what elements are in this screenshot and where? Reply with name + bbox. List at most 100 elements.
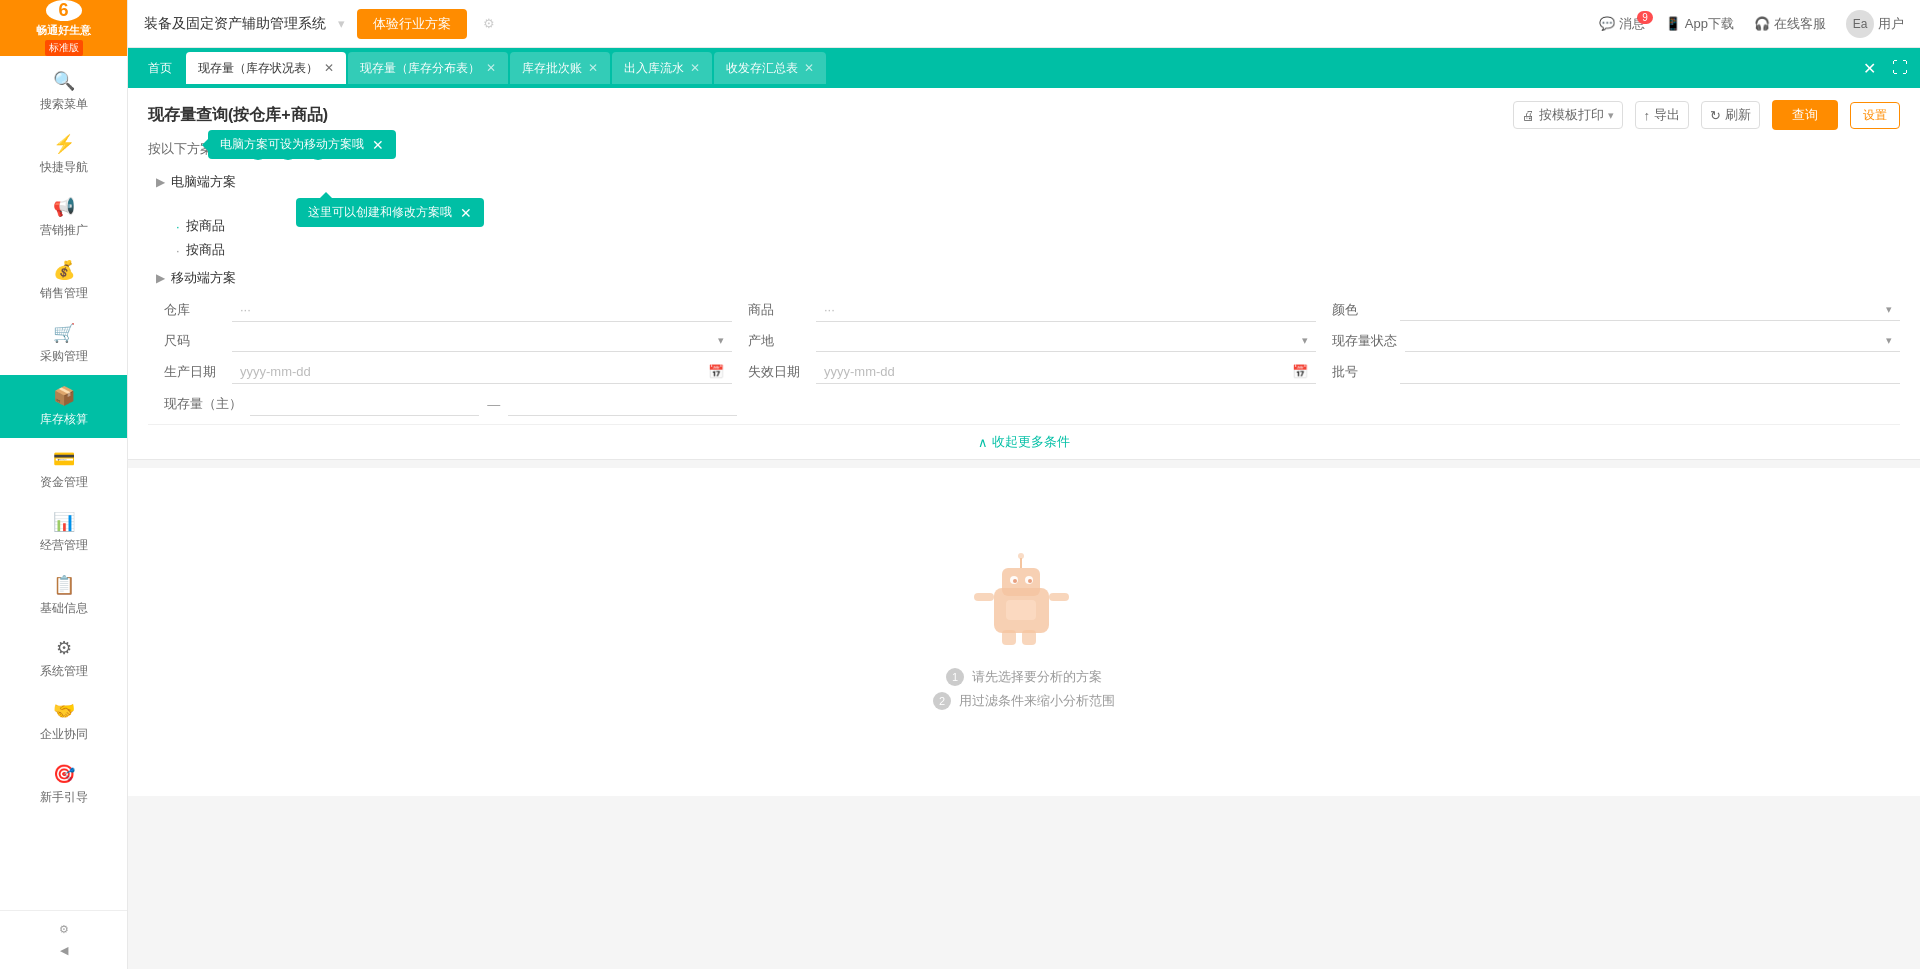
color-label: 颜色 bbox=[1332, 301, 1392, 319]
svg-rect-1 bbox=[1002, 568, 1040, 596]
tab-inventory-status-close[interactable]: ✕ bbox=[324, 61, 334, 75]
tab-inout-flow-label: 出入库流水 bbox=[624, 60, 684, 77]
tooltip2-close[interactable]: ✕ bbox=[460, 205, 472, 221]
online-service-btn[interactable]: 🎧 在线客服 bbox=[1754, 15, 1826, 33]
refresh-btn[interactable]: ↻ 刷新 bbox=[1701, 101, 1760, 129]
scheme-pc-item2[interactable]: · 按商品 bbox=[156, 238, 1900, 262]
industry-btn[interactable]: 体验行业方案 bbox=[357, 9, 467, 39]
top-header: 装备及固定资产辅助管理系统 ▾ 体验行业方案 ⚙ 💬 消息 9 📱 App下载 … bbox=[128, 0, 1920, 48]
sidebar-item-label: 快捷导航 bbox=[40, 159, 88, 176]
tab-inventory-status[interactable]: 现存量（库存状况表） ✕ bbox=[186, 52, 346, 84]
sidebar-item-operations[interactable]: 📊 经营管理 bbox=[0, 501, 127, 564]
sidebar-item-search[interactable]: 🔍 搜索菜单 bbox=[0, 60, 127, 123]
refresh-label: 刷新 bbox=[1725, 106, 1751, 124]
tab-receipt-summary[interactable]: 收发存汇总表 ✕ bbox=[714, 52, 826, 84]
scheme-mobile-label: 移动端方案 bbox=[171, 269, 236, 287]
app-download-btn[interactable]: 📱 App下载 bbox=[1665, 15, 1734, 33]
tab-inventory-dist-close[interactable]: ✕ bbox=[486, 61, 496, 75]
tab-batch-ledger-close[interactable]: ✕ bbox=[588, 61, 598, 75]
goods-input[interactable]: ··· bbox=[816, 298, 1316, 322]
sidebar-item-system[interactable]: ⚙ 系统管理 bbox=[0, 627, 127, 690]
stock-status-input[interactable]: ▾ bbox=[1405, 330, 1900, 352]
svg-rect-9 bbox=[1049, 593, 1069, 601]
collapse-btn[interactable]: ∧ 收起更多条件 bbox=[148, 424, 1900, 459]
refresh-icon: ↻ bbox=[1710, 108, 1721, 123]
tab-close-all-icon[interactable]: ✕ bbox=[1859, 55, 1880, 82]
tab-inout-flow-close[interactable]: ✕ bbox=[690, 61, 700, 75]
export-btn[interactable]: ↑ 导出 bbox=[1635, 101, 1690, 129]
stock-status-label: 现存量状态 bbox=[1332, 332, 1397, 350]
scheme-mobile[interactable]: ▶ 移动端方案 bbox=[156, 266, 1900, 290]
sidebar: 6 畅通好生意 标准版 🔍 搜索菜单 ⚡ 快捷导航 📢 营销推广 💰 销售管理 … bbox=[0, 0, 128, 969]
batch-input[interactable] bbox=[1400, 360, 1900, 384]
header-left: 装备及固定资产辅助管理系统 ▾ 体验行业方案 ⚙ bbox=[144, 9, 495, 39]
tooltip1-close[interactable]: ✕ bbox=[372, 137, 384, 153]
page-title-bar: 现存量查询(按仓库+商品) 🖨 按模板打印 ▾ ↑ 导出 ↻ 刷新 bbox=[148, 100, 1900, 130]
filter-field-stock-status: 现存量状态 ▾ bbox=[1332, 330, 1900, 352]
marketing-icon: 📢 bbox=[53, 196, 75, 218]
print-label: 按模板打印 bbox=[1539, 106, 1604, 124]
color-input[interactable]: ▾ bbox=[1400, 299, 1900, 321]
empty-num-1: 1 bbox=[946, 668, 964, 686]
batch-label: 批号 bbox=[1332, 363, 1392, 381]
prod-date-input[interactable]: yyyy-mm-dd 📅 bbox=[232, 360, 732, 384]
page-actions: 🖨 按模板打印 ▾ ↑ 导出 ↻ 刷新 查询 设置 bbox=[1513, 100, 1901, 130]
stock-qty-to[interactable] bbox=[508, 392, 737, 416]
prod-date-placeholder: yyyy-mm-dd bbox=[240, 364, 311, 379]
sidebar-item-enterprise[interactable]: 🤝 企业协同 bbox=[0, 690, 127, 753]
scheme-pc-item1-label: 按商品 bbox=[186, 217, 225, 235]
sidebar-item-inventory[interactable]: 📦 库存核算 bbox=[0, 375, 127, 438]
expire-date-calendar-icon: 📅 bbox=[1292, 364, 1308, 379]
stock-qty-label: 现存量（主） bbox=[164, 395, 242, 413]
tooltip2-text: 这里可以创建和修改方案哦 bbox=[308, 204, 452, 221]
origin-input[interactable]: ▾ bbox=[816, 330, 1316, 352]
sidebar-item-sales[interactable]: 💰 销售管理 bbox=[0, 249, 127, 312]
filter-field-prod-date: 生产日期 yyyy-mm-dd 📅 bbox=[164, 360, 732, 384]
tab-receipt-summary-close[interactable]: ✕ bbox=[804, 61, 814, 75]
tab-batch-ledger[interactable]: 库存批次账 ✕ bbox=[510, 52, 610, 84]
content-area: 现存量查询(按仓库+商品) 🖨 按模板打印 ▾ ↑ 导出 ↻ 刷新 bbox=[128, 88, 1920, 969]
sidebar-item-label: 企业协同 bbox=[40, 726, 88, 743]
size-input[interactable]: ▾ bbox=[232, 330, 732, 352]
mobile-arrow-icon: ▶ bbox=[156, 271, 165, 285]
sidebar-item-quicknav[interactable]: ⚡ 快捷导航 bbox=[0, 123, 127, 186]
sidebar-item-marketing[interactable]: 📢 营销推广 bbox=[0, 186, 127, 249]
user-btn[interactable]: Ea 用户 bbox=[1846, 10, 1904, 38]
filter-field-expire-date: 失效日期 yyyy-mm-dd 📅 bbox=[748, 360, 1316, 384]
page-header: 现存量查询(按仓库+商品) 🖨 按模板打印 ▾ ↑ 导出 ↻ 刷新 bbox=[128, 88, 1920, 460]
sidebar-item-label: 系统管理 bbox=[40, 663, 88, 680]
tab-inventory-dist[interactable]: 现存量（库存分布表） ✕ bbox=[348, 52, 508, 84]
sidebar-collapse-btn[interactable]: ◀ bbox=[60, 944, 68, 957]
sidebar-item-label: 经营管理 bbox=[40, 537, 88, 554]
expire-date-input[interactable]: yyyy-mm-dd 📅 bbox=[816, 360, 1316, 384]
stock-qty-from[interactable] bbox=[250, 392, 479, 416]
sidebar-settings-btn[interactable]: ⚙ bbox=[59, 923, 69, 936]
tab-home[interactable]: 首页 bbox=[136, 52, 184, 84]
sidebar-item-label: 营销推广 bbox=[40, 222, 88, 239]
logo-title: 畅通好生意 bbox=[36, 23, 91, 38]
sidebar-item-finance[interactable]: 💳 资金管理 bbox=[0, 438, 127, 501]
warehouse-label: 仓库 bbox=[164, 301, 224, 319]
gear-settings-icon[interactable]: ⚙ bbox=[483, 16, 495, 31]
collapse-label: 收起更多条件 bbox=[992, 433, 1070, 451]
empty-hint-1: 1 请先选择要分析的方案 bbox=[946, 668, 1102, 686]
origin-dropdown-icon: ▾ bbox=[1302, 334, 1308, 347]
goods-dots: ··· bbox=[824, 302, 835, 317]
sidebar-item-newguide[interactable]: 🎯 新手引导 bbox=[0, 753, 127, 816]
pc-item-dot: · bbox=[176, 219, 180, 234]
stock-status-dropdown-icon: ▾ bbox=[1886, 334, 1892, 347]
tab-inout-flow[interactable]: 出入库流水 ✕ bbox=[612, 52, 712, 84]
scheme-pc[interactable]: ▶ 电脑端方案 bbox=[156, 170, 1900, 194]
user-label: 用户 bbox=[1878, 15, 1904, 33]
query-btn[interactable]: 查询 bbox=[1772, 100, 1838, 130]
sidebar-item-basic[interactable]: 📋 基础信息 bbox=[0, 564, 127, 627]
tab-fullscreen-icon[interactable]: ⛶ bbox=[1888, 55, 1912, 81]
print-btn[interactable]: 🖨 按模板打印 ▾ bbox=[1513, 101, 1623, 129]
set-btn[interactable]: 设置 bbox=[1850, 102, 1900, 129]
empty-hint-2: 2 用过滤条件来缩小分析范围 bbox=[933, 692, 1115, 710]
tab-home-label: 首页 bbox=[148, 60, 172, 77]
operations-icon: 📊 bbox=[53, 511, 75, 533]
warehouse-input[interactable]: ··· bbox=[232, 298, 732, 322]
message-btn[interactable]: 💬 消息 9 bbox=[1599, 15, 1645, 33]
sidebar-item-purchase[interactable]: 🛒 采购管理 bbox=[0, 312, 127, 375]
